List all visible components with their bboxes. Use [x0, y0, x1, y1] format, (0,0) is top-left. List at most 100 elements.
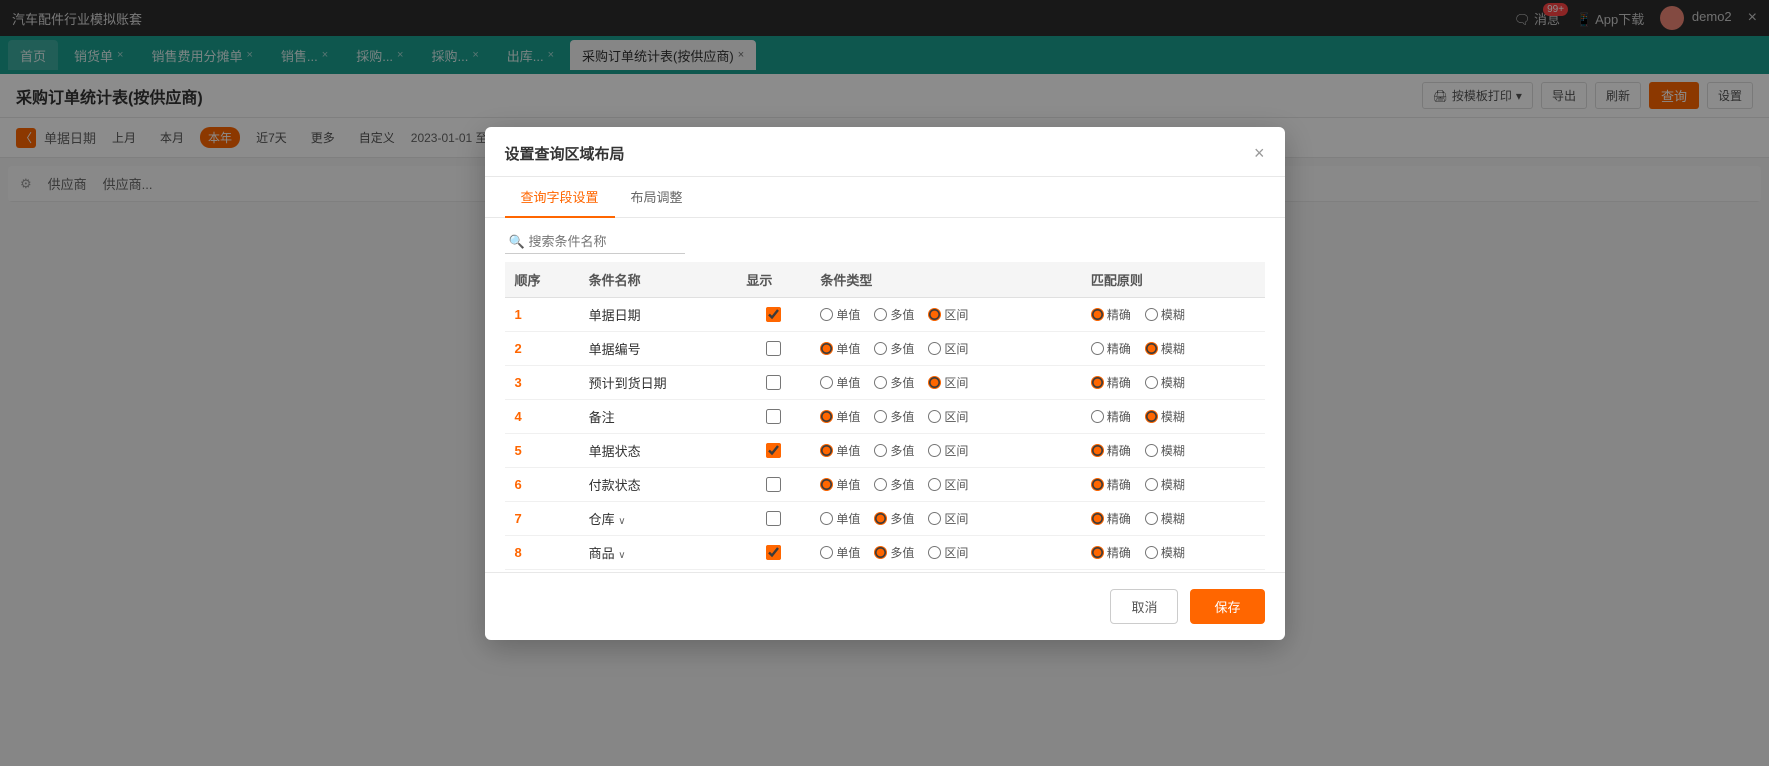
radio-single[interactable]: 单值: [820, 408, 860, 425]
radio-range-input[interactable]: [928, 512, 941, 525]
modal-close-btn[interactable]: ×: [1254, 143, 1265, 164]
radio-range-input[interactable]: [928, 546, 941, 559]
radio-single-input[interactable]: [820, 546, 833, 559]
display-checkbox[interactable]: [766, 477, 781, 492]
cancel-btn[interactable]: 取消: [1110, 589, 1178, 624]
radio-exact[interactable]: 精确: [1091, 442, 1131, 459]
radio-exact[interactable]: 精确: [1091, 476, 1131, 493]
radio-fuzzy-input[interactable]: [1145, 444, 1158, 457]
display-checkbox[interactable]: [766, 375, 781, 390]
radio-single-input[interactable]: [820, 308, 833, 321]
radio-range[interactable]: 区间: [928, 510, 968, 527]
radio-fuzzy-input[interactable]: [1145, 546, 1158, 559]
radio-exact[interactable]: 精确: [1091, 340, 1131, 357]
radio-single[interactable]: 单值: [820, 340, 860, 357]
radio-range[interactable]: 区间: [928, 544, 968, 561]
save-btn[interactable]: 保存: [1190, 589, 1264, 624]
radio-multi-input[interactable]: [874, 546, 887, 559]
radio-exact-input[interactable]: [1091, 444, 1104, 457]
radio-exact-input[interactable]: [1091, 512, 1104, 525]
radio-multi-input[interactable]: [874, 444, 887, 457]
radio-fuzzy-input[interactable]: [1145, 410, 1158, 423]
radio-range-input[interactable]: [928, 342, 941, 355]
radio-range[interactable]: 区间: [928, 442, 968, 459]
radio-range-input[interactable]: [928, 376, 941, 389]
radio-multi-input[interactable]: [874, 308, 887, 321]
display-checkbox[interactable]: [766, 545, 781, 560]
radio-multi-input[interactable]: [874, 478, 887, 491]
radio-range[interactable]: 区间: [928, 340, 968, 357]
radio-multi[interactable]: 多值: [874, 408, 914, 425]
radio-range[interactable]: 区间: [928, 408, 968, 425]
radio-single[interactable]: 单值: [820, 442, 860, 459]
radio-exact-input[interactable]: [1091, 478, 1104, 491]
display-checkbox[interactable]: [766, 341, 781, 356]
radio-exact[interactable]: 精确: [1091, 544, 1131, 561]
radio-fuzzy[interactable]: 模糊: [1145, 544, 1185, 561]
radio-multi-input[interactable]: [874, 512, 887, 525]
radio-single-input[interactable]: [820, 478, 833, 491]
display-checkbox[interactable]: [766, 443, 781, 458]
modal-tab-query-fields[interactable]: 查询字段设置: [505, 177, 615, 218]
display-checkbox[interactable]: [766, 511, 781, 526]
radio-single[interactable]: 单值: [820, 374, 860, 391]
radio-single-input[interactable]: [820, 410, 833, 423]
radio-exact-input[interactable]: [1091, 410, 1104, 423]
radio-single-input[interactable]: [820, 376, 833, 389]
radio-single[interactable]: 单值: [820, 510, 860, 527]
radio-multi-input[interactable]: [874, 376, 887, 389]
radio-range[interactable]: 区间: [928, 476, 968, 493]
radio-exact-input[interactable]: [1091, 376, 1104, 389]
radio-multi[interactable]: 多值: [874, 476, 914, 493]
radio-fuzzy-input[interactable]: [1145, 478, 1158, 491]
dropdown-arrow-icon[interactable]: ∨: [618, 550, 625, 561]
radio-fuzzy-input[interactable]: [1145, 376, 1158, 389]
radio-exact-input[interactable]: [1091, 546, 1104, 559]
radio-multi[interactable]: 多值: [874, 510, 914, 527]
radio-range-input[interactable]: [928, 308, 941, 321]
radio-multi-input[interactable]: [874, 342, 887, 355]
radio-single-input[interactable]: [820, 342, 833, 355]
scroll-container[interactable]: 顺序 条件名称 显示 条件类型 匹配原则 1单据日期 单值 多值 区间 精确 模…: [505, 262, 1265, 572]
radio-exact[interactable]: 精确: [1091, 510, 1131, 527]
radio-multi[interactable]: 多值: [874, 306, 914, 323]
radio-range-input[interactable]: [928, 444, 941, 457]
radio-fuzzy-input[interactable]: [1145, 512, 1158, 525]
radio-fuzzy[interactable]: 模糊: [1145, 476, 1185, 493]
radio-range[interactable]: 区间: [928, 306, 968, 323]
radio-single[interactable]: 单值: [820, 544, 860, 561]
radio-range-input[interactable]: [928, 478, 941, 491]
cell-name: 付款状态: [579, 467, 737, 501]
radio-exact-input[interactable]: [1091, 308, 1104, 321]
radio-exact-input[interactable]: [1091, 342, 1104, 355]
radio-multi[interactable]: 多值: [874, 544, 914, 561]
radio-multi[interactable]: 多值: [874, 374, 914, 391]
radio-fuzzy-input[interactable]: [1145, 308, 1158, 321]
radio-fuzzy[interactable]: 模糊: [1145, 408, 1185, 425]
radio-exact[interactable]: 精确: [1091, 408, 1131, 425]
modal-body: 顺序 条件名称 显示 条件类型 匹配原则 1单据日期 单值 多值 区间 精确 模…: [485, 262, 1285, 572]
radio-single[interactable]: 单值: [820, 306, 860, 323]
radio-fuzzy[interactable]: 模糊: [1145, 510, 1185, 527]
dropdown-arrow-icon[interactable]: ∨: [618, 516, 625, 527]
display-checkbox[interactable]: [766, 409, 781, 424]
radio-single[interactable]: 单值: [820, 476, 860, 493]
radio-fuzzy-input[interactable]: [1145, 342, 1158, 355]
radio-multi[interactable]: 多值: [874, 340, 914, 357]
radio-range[interactable]: 区间: [928, 374, 968, 391]
radio-fuzzy[interactable]: 模糊: [1145, 340, 1185, 357]
display-checkbox[interactable]: [766, 307, 781, 322]
radio-range-input[interactable]: [928, 410, 941, 423]
radio-fuzzy[interactable]: 模糊: [1145, 374, 1185, 391]
table-row: 7仓库 ∨ 单值 多值 区间 精确 模糊: [505, 501, 1265, 535]
radio-fuzzy[interactable]: 模糊: [1145, 442, 1185, 459]
radio-multi[interactable]: 多值: [874, 442, 914, 459]
radio-single-input[interactable]: [820, 512, 833, 525]
radio-fuzzy[interactable]: 模糊: [1145, 306, 1185, 323]
search-input[interactable]: [505, 230, 685, 254]
radio-multi-input[interactable]: [874, 410, 887, 423]
modal-tab-layout[interactable]: 布局调整: [615, 177, 699, 218]
radio-exact[interactable]: 精确: [1091, 306, 1131, 323]
radio-exact[interactable]: 精确: [1091, 374, 1131, 391]
radio-single-input[interactable]: [820, 444, 833, 457]
